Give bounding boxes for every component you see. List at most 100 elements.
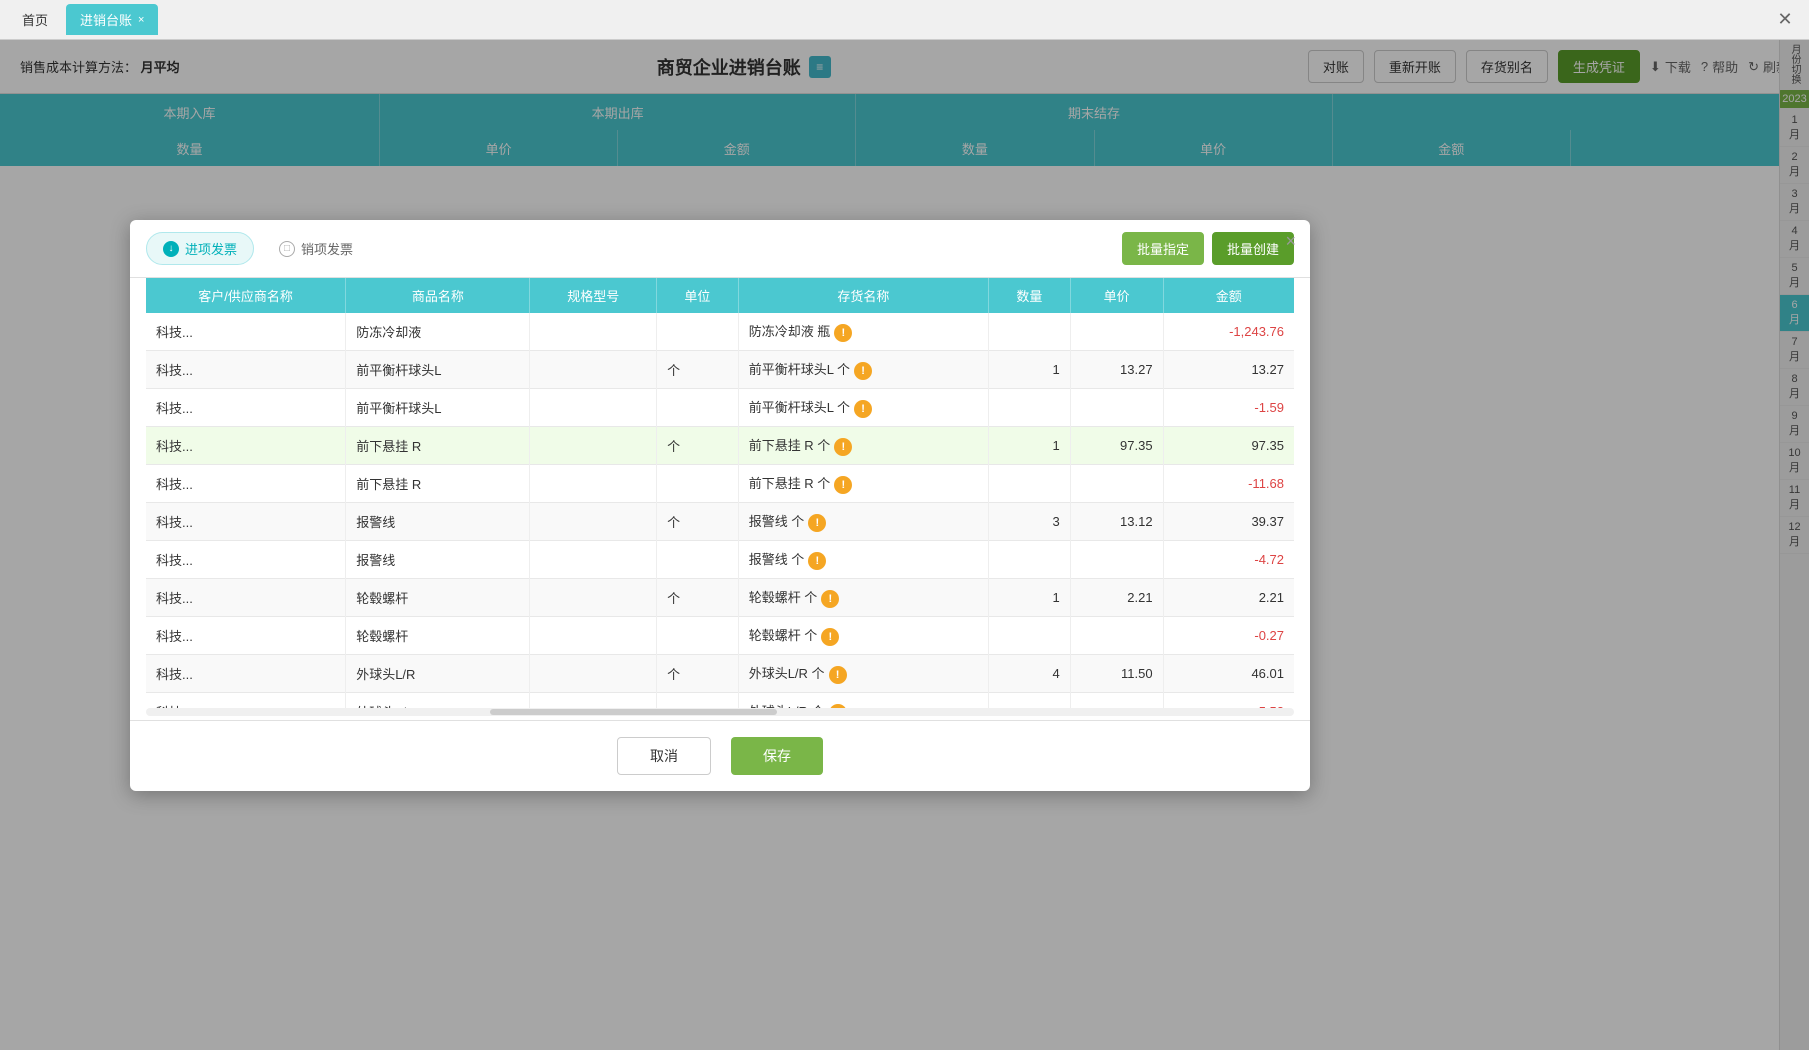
cell-company: 科技...	[146, 579, 346, 617]
cell-product: 报警线	[346, 503, 530, 541]
cell-product: 防冻冷却液	[346, 313, 530, 351]
warning-icon: !	[854, 362, 872, 380]
table-row: 科技... 轮毂螺杆 轮毂螺杆 个! -0.27	[146, 617, 1294, 655]
cell-qty	[989, 541, 1071, 579]
cell-qty: 3	[989, 503, 1071, 541]
tab-ledger-label: 进销台账	[80, 10, 132, 29]
cell-company: 科技...	[146, 655, 346, 693]
cell-inventory: 前下悬挂 R 个!	[738, 427, 988, 465]
col-amount: 金额	[1163, 278, 1294, 313]
cell-amount: -1.59	[1163, 389, 1294, 427]
cell-spec	[530, 503, 657, 541]
modal-table-container[interactable]: 客户/供应商名称 商品名称 规格型号 单位 存货名称 数量 单价 金额 科技..…	[130, 278, 1310, 708]
col-company: 客户/供应商名称	[146, 278, 346, 313]
cell-unit-price: 11.50	[1070, 655, 1163, 693]
cell-qty: 4	[989, 655, 1071, 693]
col-unit: 单位	[657, 278, 739, 313]
cell-inventory: 报警线 个!	[738, 503, 988, 541]
cell-inventory: 外球头L/R 个!	[738, 655, 988, 693]
cell-amount: -11.68	[1163, 465, 1294, 503]
cell-inventory: 前平衡杆球头L 个!	[738, 389, 988, 427]
cell-unit	[657, 313, 739, 351]
table-scrollbar-track[interactable]	[146, 708, 1294, 716]
warning-icon: !	[808, 514, 826, 532]
tab-ledger-close[interactable]: ×	[138, 14, 144, 26]
cell-unit	[657, 617, 739, 655]
batch-assign-button[interactable]: 批量指定	[1122, 232, 1204, 265]
cell-inventory: 轮毂螺杆 个!	[738, 579, 988, 617]
cell-qty	[989, 389, 1071, 427]
warning-icon: !	[834, 438, 852, 456]
cell-qty	[989, 617, 1071, 655]
cell-company: 科技...	[146, 313, 346, 351]
tab-incoming-invoice[interactable]: ↓ 进项发票	[146, 232, 254, 265]
cell-company: 科技...	[146, 693, 346, 709]
cell-company: 科技...	[146, 503, 346, 541]
cell-inventory: 轮毂螺杆 个!	[738, 617, 988, 655]
cell-unit-price	[1070, 313, 1163, 351]
cell-amount: 46.01	[1163, 655, 1294, 693]
table-row: 科技... 前下悬挂 R 个 前下悬挂 R 个! 1 97.35 97.35	[146, 427, 1294, 465]
col-product: 商品名称	[346, 278, 530, 313]
modal-actions: 批量指定 批量创建	[1122, 232, 1294, 265]
cell-product: 前下悬挂 R	[346, 465, 530, 503]
table-row: 科技... 外球头L/R 外球头L/R 个! -5.52	[146, 693, 1294, 709]
cell-company: 科技...	[146, 427, 346, 465]
cell-unit-price	[1070, 693, 1163, 709]
cell-spec	[530, 655, 657, 693]
cell-amount: -4.72	[1163, 541, 1294, 579]
cell-unit	[657, 389, 739, 427]
table-scrollbar-thumb[interactable]	[490, 709, 777, 715]
cell-amount: 13.27	[1163, 351, 1294, 389]
tab-bar: 首页 进销台账 × ✕	[0, 0, 1809, 40]
modal-dialog: ↓ 进项发票 □ 销项发票 批量指定 批量创建 × 客户/供应商名称 商品名称	[130, 220, 1310, 791]
cell-company: 科技...	[146, 465, 346, 503]
cell-unit-price	[1070, 465, 1163, 503]
cell-unit-price	[1070, 389, 1163, 427]
modal-footer: 取消 保存	[130, 720, 1310, 791]
batch-create-button[interactable]: 批量创建	[1212, 232, 1294, 265]
cell-spec	[530, 693, 657, 709]
cell-inventory: 前下悬挂 R 个!	[738, 465, 988, 503]
cell-spec	[530, 579, 657, 617]
modal-close-button[interactable]: ×	[1285, 232, 1296, 250]
window-close-button[interactable]: ✕	[1769, 4, 1801, 36]
table-row: 科技... 报警线 报警线 个! -4.72	[146, 541, 1294, 579]
cell-product: 前下悬挂 R	[346, 427, 530, 465]
cell-spec	[530, 617, 657, 655]
cell-spec	[530, 465, 657, 503]
table-row: 科技... 前下悬挂 R 前下悬挂 R 个! -11.68	[146, 465, 1294, 503]
cancel-button[interactable]: 取消	[617, 737, 711, 775]
cell-inventory: 外球头L/R 个!	[738, 693, 988, 709]
table-row: 科技... 前平衡杆球头L 前平衡杆球头L 个! -1.59	[146, 389, 1294, 427]
cell-spec	[530, 389, 657, 427]
cell-company: 科技...	[146, 351, 346, 389]
cell-inventory: 报警线 个!	[738, 541, 988, 579]
cell-unit	[657, 465, 739, 503]
warning-icon: !	[821, 628, 839, 646]
table-row: 科技... 轮毂螺杆 个 轮毂螺杆 个! 1 2.21 2.21	[146, 579, 1294, 617]
warning-icon: !	[834, 476, 852, 494]
table-row: 科技... 报警线 个 报警线 个! 3 13.12 39.37	[146, 503, 1294, 541]
cell-spec	[530, 351, 657, 389]
cell-company: 科技...	[146, 617, 346, 655]
warning-icon: !	[854, 400, 872, 418]
main-area: 销售成本计算方法： 月平均 商贸企业进销台账 ≡ 对账 重新开账 存货别名 生成…	[0, 40, 1809, 1050]
cell-inventory: 前平衡杆球头L 个!	[738, 351, 988, 389]
cell-unit: 个	[657, 427, 739, 465]
cell-product: 外球头L/R	[346, 693, 530, 709]
warning-icon: !	[829, 666, 847, 684]
tab-ledger[interactable]: 进销台账 ×	[66, 4, 158, 35]
tab-home[interactable]: 首页	[8, 4, 62, 35]
warning-icon: !	[808, 552, 826, 570]
cell-unit-price	[1070, 541, 1163, 579]
cell-amount: 2.21	[1163, 579, 1294, 617]
cell-unit-price: 97.35	[1070, 427, 1163, 465]
tab-outgoing-invoice[interactable]: □ 销项发票	[262, 232, 370, 265]
col-qty: 数量	[989, 278, 1071, 313]
incoming-tab-icon: ↓	[163, 241, 179, 257]
save-button[interactable]: 保存	[731, 737, 823, 775]
cell-qty	[989, 313, 1071, 351]
cell-product: 轮毂螺杆	[346, 579, 530, 617]
col-inventory: 存货名称	[738, 278, 988, 313]
